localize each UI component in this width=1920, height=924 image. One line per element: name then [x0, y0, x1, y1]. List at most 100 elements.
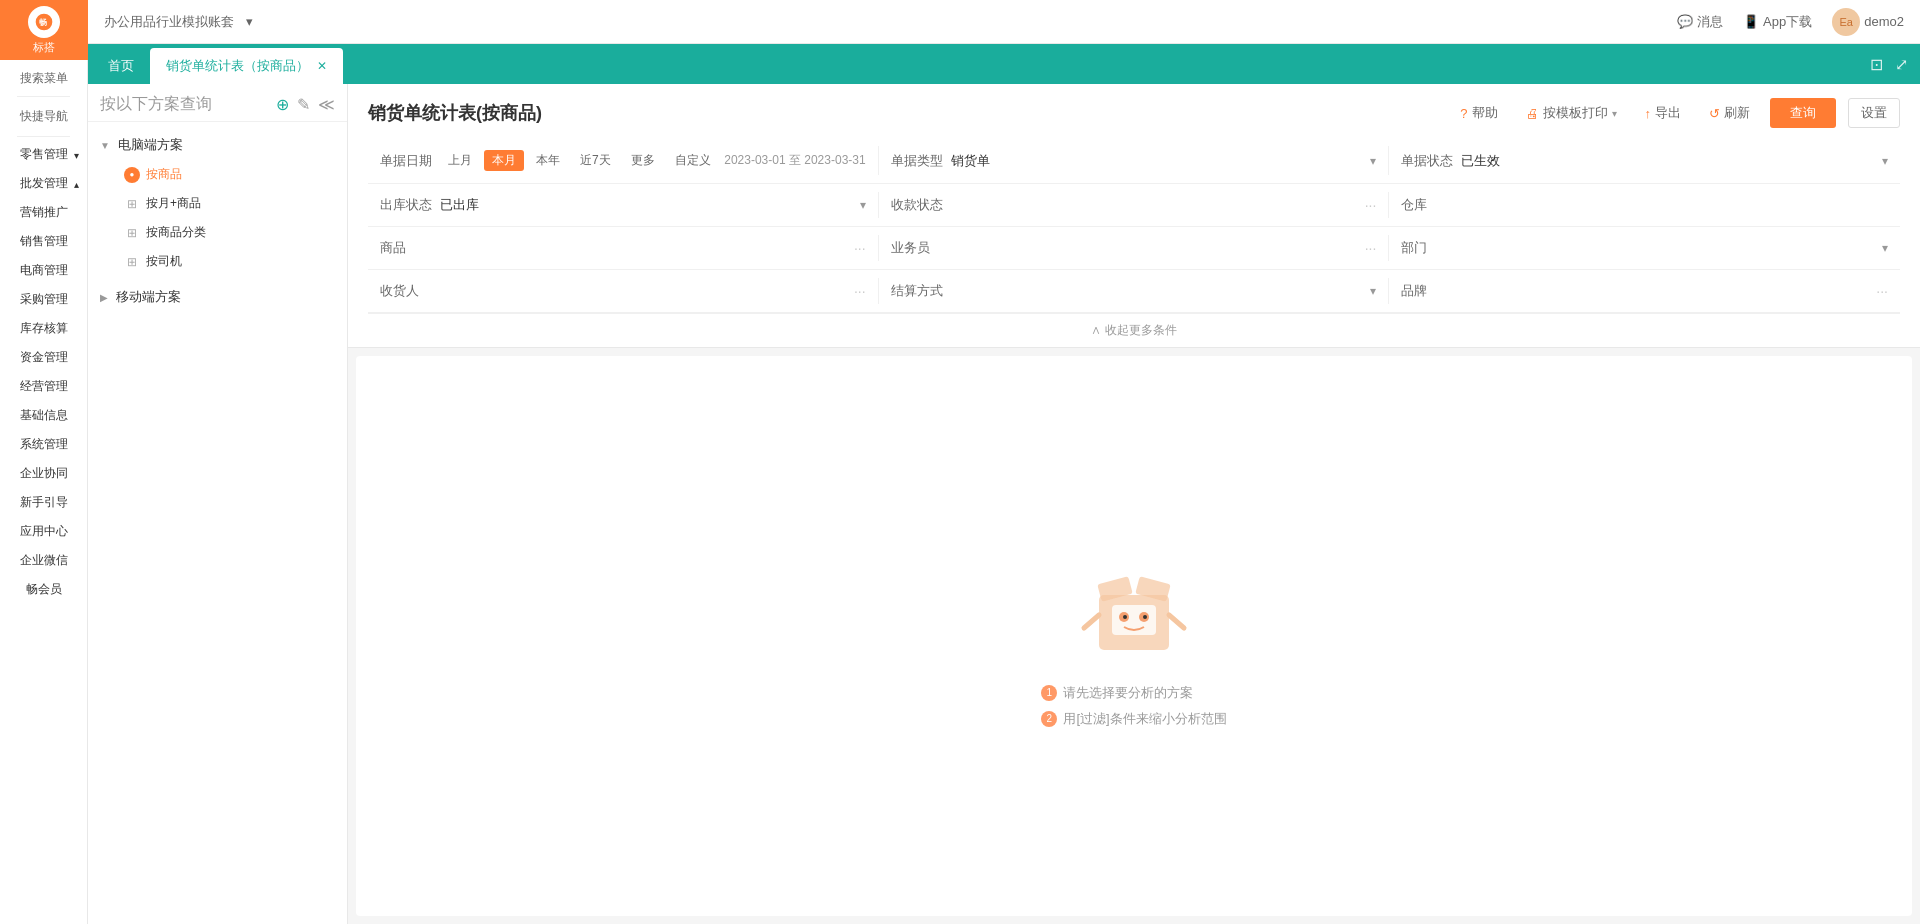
- sidebar-item-member[interactable]: 畅会员: [0, 575, 87, 604]
- brand-select[interactable]: [1435, 283, 1888, 299]
- refresh-button[interactable]: ↺ 刷新: [1701, 100, 1758, 126]
- user-menu[interactable]: Ea demo2: [1832, 8, 1904, 36]
- sidebar: 畅 标搭 搜索菜单 快捷导航 零售管理 ▾ 批发管理 ▴ 营销推广 销售管理 电…: [0, 0, 88, 924]
- sidebar-item-quick-nav[interactable]: 快捷导航: [0, 100, 87, 133]
- settings-button[interactable]: 设置: [1848, 98, 1900, 128]
- consignee-select[interactable]: [427, 283, 866, 299]
- date-tab-last-month[interactable]: 上月: [440, 150, 480, 171]
- date-picker: 上月 本月 本年 近7天 更多 自定义 2023-03-01 至 2023-03…: [440, 150, 866, 171]
- logo-icon: 畅: [28, 6, 60, 38]
- sidebar-item-purchase[interactable]: 采购管理: [0, 285, 87, 314]
- filter-receiptstatus-col: 收款状态: [879, 192, 1390, 218]
- tree-node-by-product[interactable]: ● 按商品: [88, 160, 347, 189]
- left-panel-title: 按以下方案查询: [100, 94, 212, 115]
- filter-row-1: 单据日期 上月 本月 本年 近7天 更多 自定义 20: [368, 138, 1900, 184]
- message-icon: 💬: [1677, 14, 1693, 29]
- product-label: 商品: [380, 239, 406, 257]
- collapse-panel-button[interactable]: ≪: [318, 95, 335, 114]
- app-download-button[interactable]: 📱 App下载: [1743, 13, 1812, 31]
- date-tab-custom[interactable]: 自定义: [667, 150, 719, 171]
- industry-dropdown[interactable]: ▾: [246, 14, 253, 29]
- grid-icon: ⊞: [124, 196, 140, 212]
- grid-icon: ⊞: [124, 225, 140, 241]
- chevron-down-icon: ▾: [860, 198, 866, 212]
- salesperson-select[interactable]: [938, 240, 1377, 256]
- date-range-text: 2023-03-01 至 2023-03-31: [724, 152, 865, 169]
- industry-title: 办公用品行业模拟账套: [104, 13, 234, 31]
- sidebar-item-inventory[interactable]: 库存核算: [0, 314, 87, 343]
- date-tab-7days[interactable]: 近7天: [572, 150, 619, 171]
- sidebar-item-wholesale[interactable]: 批发管理 ▴: [0, 169, 87, 198]
- doctype-select[interactable]: 销货单 ▾: [951, 152, 1377, 170]
- tab-sales-stats[interactable]: 销货单统计表（按商品） ✕: [150, 48, 343, 84]
- tree-node-by-month-product[interactable]: ⊞ 按月+商品: [88, 189, 347, 218]
- template-print-button[interactable]: 🖨 按模板打印 ▾: [1518, 100, 1625, 126]
- date-tab-more[interactable]: 更多: [623, 150, 663, 171]
- refresh-icon: ↺: [1709, 106, 1720, 121]
- receiptstatus-select[interactable]: [951, 197, 1377, 213]
- svg-line-10: [1084, 615, 1099, 628]
- download-icon: 📱: [1743, 14, 1759, 29]
- sidebar-item-sales[interactable]: 销售管理: [0, 227, 87, 256]
- collapse-bar[interactable]: ∧ 收起更多条件: [368, 313, 1900, 347]
- tree-node-mobile[interactable]: ▶ 移动端方案: [88, 282, 347, 312]
- outstatus-select[interactable]: 已出库 ▾: [440, 196, 866, 214]
- sidebar-item-search[interactable]: 搜索菜单: [0, 60, 87, 93]
- page-actions: ? 帮助 🖨 按模板打印 ▾ ↑ 导出 ↺: [1452, 98, 1900, 128]
- query-button[interactable]: 查询: [1770, 98, 1836, 128]
- chevron-down-icon: ▴: [74, 178, 79, 189]
- sidebar-item-enterprise-wechat[interactable]: 企业微信: [0, 546, 87, 575]
- sidebar-item-finance[interactable]: 资金管理: [0, 343, 87, 372]
- tip-item-2: 2 用[过滤]条件来缩小分析范围: [1041, 706, 1226, 732]
- tree-node-by-cashier[interactable]: ⊞ 按司机: [88, 247, 347, 276]
- sidebar-item-ecommerce[interactable]: 电商管理: [0, 256, 87, 285]
- docstatus-select[interactable]: 已生效 ▾: [1461, 152, 1888, 170]
- payment-label: 结算方式: [891, 282, 943, 300]
- filter-area: 单据日期 上月 本月 本年 近7天 更多 自定义 20: [368, 138, 1900, 347]
- sidebar-item-app-center[interactable]: 应用中心: [0, 517, 87, 546]
- tab-home[interactable]: 首页: [92, 48, 150, 84]
- empty-state: 1 请先选择要分析的方案 2 用[过滤]条件来缩小分析范围: [356, 356, 1912, 916]
- sidebar-item-new-guide[interactable]: 新手引导: [0, 488, 87, 517]
- tree-node-by-category[interactable]: ⊞ 按商品分类: [88, 218, 347, 247]
- svg-line-11: [1169, 615, 1184, 628]
- sidebar-item-marketing[interactable]: 营销推广: [0, 198, 87, 227]
- grid-icon: ⊞: [124, 254, 140, 270]
- add-scheme-button[interactable]: ⊕: [276, 95, 289, 114]
- brand-label: 品牌: [1401, 282, 1427, 300]
- app-logo[interactable]: 畅 标搭: [0, 0, 88, 60]
- logo-text: 标搭: [33, 40, 55, 55]
- sidebar-item-basic-info[interactable]: 基础信息: [0, 401, 87, 430]
- sidebar-item-system[interactable]: 系统管理: [0, 430, 87, 459]
- export-button[interactable]: ↑ 导出: [1637, 100, 1690, 126]
- minimize-icon[interactable]: ⊡: [1870, 55, 1883, 74]
- sidebar-item-operations[interactable]: 经营管理: [0, 372, 87, 401]
- docstatus-label: 单据状态: [1401, 152, 1453, 170]
- message-button[interactable]: 💬 消息: [1677, 13, 1723, 31]
- filter-row-3: 商品 业务员 部门: [368, 227, 1900, 270]
- maximize-icon[interactable]: ⤢: [1895, 55, 1908, 74]
- dept-select[interactable]: ▾: [1435, 241, 1888, 255]
- empty-tips: 1 请先选择要分析的方案 2 用[过滤]条件来缩小分析范围: [1041, 680, 1226, 732]
- close-icon[interactable]: ✕: [317, 60, 327, 72]
- help-button[interactable]: ? 帮助: [1452, 100, 1505, 126]
- sidebar-item-enterprise-collab[interactable]: 企业协同: [0, 459, 87, 488]
- page-title: 销货单统计表(按商品): [368, 101, 542, 125]
- payment-select[interactable]: ▾: [951, 284, 1377, 298]
- tip-num-2: 2: [1041, 711, 1057, 727]
- product-select[interactable]: [414, 240, 866, 256]
- print-icon: 🖨: [1526, 106, 1539, 121]
- page-header: 销货单统计表(按商品) ? 帮助 🖨 按模板打印 ▾ ↑: [348, 84, 1920, 348]
- empty-illustration: [1074, 540, 1194, 660]
- sidebar-item-retail[interactable]: 零售管理 ▾: [0, 140, 87, 169]
- left-panel-header: 按以下方案查询 ⊕ ✎ ≪: [88, 84, 347, 122]
- date-tab-this-month[interactable]: 本月: [484, 150, 524, 171]
- edit-scheme-button[interactable]: ✎: [297, 95, 310, 114]
- tree-node-pc[interactable]: ▼ 电脑端方案: [88, 130, 347, 160]
- salesperson-label: 业务员: [891, 239, 930, 257]
- date-tab-this-year[interactable]: 本年: [528, 150, 568, 171]
- chevron-down-icon: ▾: [74, 149, 79, 160]
- chevron-down-icon: ▾: [1612, 108, 1617, 119]
- svg-point-9: [1143, 615, 1147, 619]
- date-tabs: 上月 本月 本年 近7天 更多 自定义: [440, 150, 719, 171]
